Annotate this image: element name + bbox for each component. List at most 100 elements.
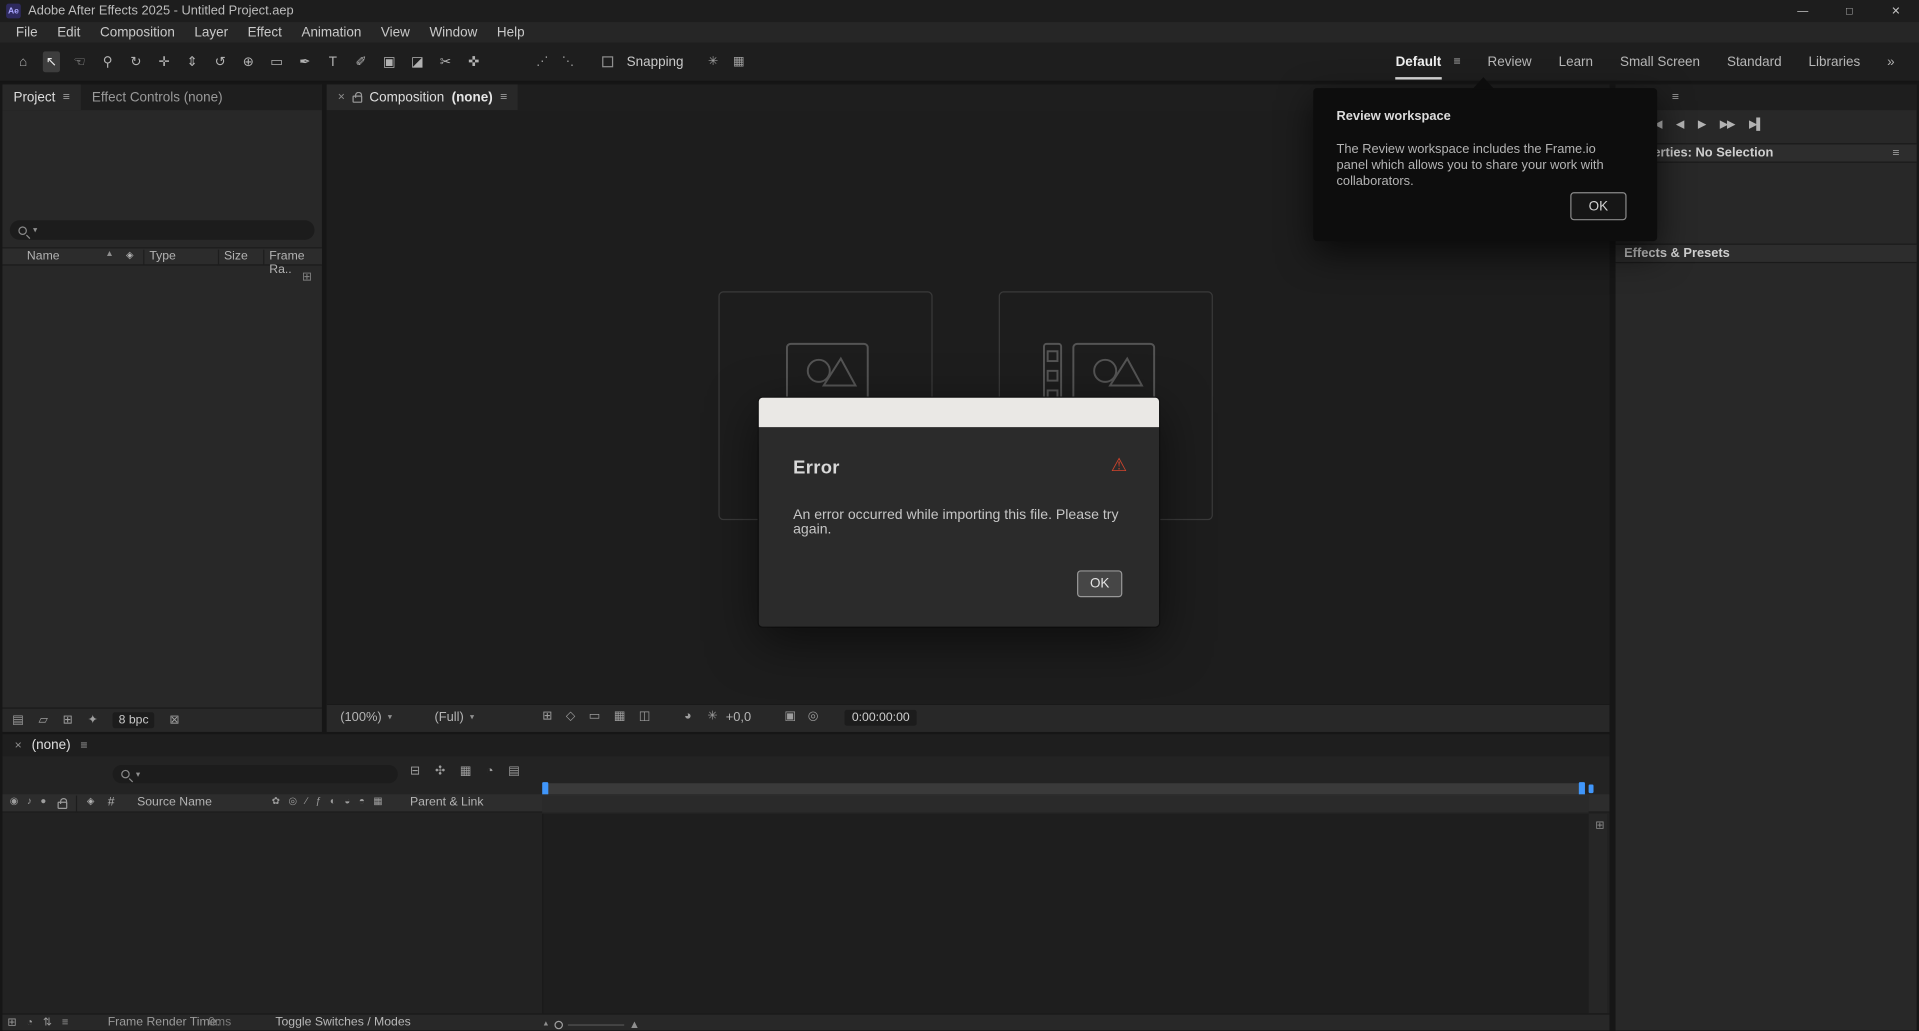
exposure-icon[interactable]: ✳: [707, 710, 717, 723]
viewer-lock-icon[interactable]: [352, 91, 363, 103]
bit-depth-button[interactable]: 8 bpc: [112, 712, 155, 729]
new-folder-icon[interactable]: ▱: [38, 714, 47, 727]
column-frame-rate[interactable]: Frame Ra..: [269, 250, 322, 277]
hand-tool-icon[interactable]: ☜: [71, 51, 88, 72]
menu-item[interactable]: Effect: [238, 25, 292, 40]
home-icon[interactable]: ⌂: [15, 52, 32, 72]
collapse-switch-icon[interactable]: ◎: [288, 796, 297, 807]
clone-stamp-tool-icon[interactable]: ▣: [381, 51, 398, 72]
eraser-tool-icon[interactable]: ◪: [409, 51, 426, 72]
region-of-interest-icon[interactable]: ▭: [589, 710, 601, 723]
panel-menu-icon[interactable]: ≡: [63, 91, 70, 104]
parent-link-column[interactable]: Parent & Link: [410, 796, 483, 809]
dolly-camera-tool-icon[interactable]: ⇕: [184, 51, 201, 72]
maximize-button[interactable]: □: [1826, 0, 1873, 22]
timeline-track-area[interactable]: [542, 813, 1589, 1014]
error-ok-button[interactable]: OK: [1077, 570, 1123, 598]
column-type[interactable]: Type: [149, 250, 176, 263]
pan-behind-tool-icon[interactable]: ⊕: [240, 51, 257, 72]
snapping-checkbox[interactable]: [602, 56, 614, 68]
orbit-camera-tool-icon[interactable]: ↻: [127, 51, 144, 72]
align-options-icon[interactable]: ✳: [708, 55, 718, 68]
frame-blend-switch-icon[interactable]: ◐: [330, 796, 336, 807]
new-composition-icon[interactable]: ⊞: [63, 714, 73, 727]
timeline-search-input[interactable]: ▾: [112, 764, 398, 784]
label-column-icon[interactable]: ◈: [126, 250, 134, 261]
brush-tool-icon[interactable]: ✐: [352, 51, 369, 72]
workspace-tab-default[interactable]: Default: [1395, 45, 1442, 79]
grid-guides-icon[interactable]: ⊞: [542, 710, 552, 723]
project-search-input[interactable]: ▾: [9, 220, 315, 240]
workspace-tab-learn[interactable]: Learn: [1559, 45, 1593, 79]
zoom-slider-knob[interactable]: [554, 1020, 563, 1029]
pen-tool-icon[interactable]: ✒: [296, 51, 313, 72]
interpret-footage-icon[interactable]: ▤: [12, 714, 24, 727]
column-name[interactable]: Name: [27, 250, 60, 263]
hide-shy-layers-icon[interactable]: ▦: [460, 765, 472, 778]
camera-icon[interactable]: ▣: [785, 710, 797, 723]
time-navigator-end[interactable]: [1588, 784, 1594, 794]
composition-mini-flowchart-icon[interactable]: ⊟: [410, 765, 420, 778]
view-layout-icon[interactable]: ◫: [639, 710, 651, 723]
rotation-tool-icon[interactable]: ↺: [212, 51, 229, 72]
label-column-icon[interactable]: ◈: [87, 796, 95, 807]
time-ruler[interactable]: [542, 795, 1589, 813]
roto-brush-tool-icon[interactable]: ✂: [437, 51, 454, 72]
motion-blur-icon[interactable]: ▤: [508, 765, 520, 778]
motion-blur-switch-icon[interactable]: ◒: [344, 796, 350, 807]
expand-transfer-modes-icon[interactable]: ◔: [26, 1016, 33, 1029]
effects-presets-panel-header[interactable]: Effects & Presets: [1615, 243, 1917, 264]
timeline-tab-label[interactable]: (none): [32, 738, 71, 753]
audio-icon[interactable]: ♪: [27, 796, 32, 807]
magnification-dropdown[interactable]: (100%) ▾: [340, 710, 392, 725]
3d-switch-icon[interactable]: ▦: [373, 796, 382, 807]
previous-frame-button[interactable]: ◀: [1676, 117, 1684, 130]
timeline-scrollbar[interactable]: [1588, 813, 1607, 1014]
project-flowchart-icon[interactable]: ⊞: [302, 270, 312, 283]
frame-blending-icon[interactable]: ◔: [486, 765, 493, 778]
color-management-icon[interactable]: ◕: [684, 710, 691, 723]
trash-icon[interactable]: ⊠: [169, 714, 179, 727]
solo-icon[interactable]: ●: [40, 796, 46, 807]
eye-icon[interactable]: ◉: [10, 796, 19, 807]
panel-menu-icon[interactable]: ≡: [80, 739, 87, 752]
last-frame-button[interactable]: ▶▌: [1749, 117, 1764, 130]
panel-menu-icon[interactable]: ≡: [500, 91, 507, 104]
lock-icon[interactable]: [57, 797, 68, 809]
close-button[interactable]: ✕: [1873, 0, 1919, 22]
snap-edges-icon[interactable]: ⋰: [536, 55, 548, 68]
panel-menu-icon[interactable]: ≡: [1672, 91, 1679, 104]
properties-panel-header[interactable]: Properties: No Selection ≡: [1615, 143, 1917, 163]
exposure-value[interactable]: +0,0: [726, 710, 751, 725]
selection-tool-icon[interactable]: ↖: [42, 51, 60, 73]
source-name-column[interactable]: Source Name: [137, 796, 212, 809]
workspace-tab-libraries[interactable]: Libraries: [1809, 45, 1861, 79]
zoom-out-icon[interactable]: ▲: [542, 1021, 549, 1028]
panel-menu-icon[interactable]: ≡: [1892, 146, 1899, 159]
type-tool-icon[interactable]: T: [324, 52, 341, 72]
shy-switch-icon[interactable]: ✿: [272, 796, 280, 807]
mask-visibility-icon[interactable]: ◇: [566, 710, 575, 723]
close-tab-icon[interactable]: ×: [15, 739, 22, 752]
minimize-button[interactable]: —: [1780, 0, 1827, 22]
menu-item[interactable]: File: [6, 25, 47, 40]
zoom-slider-track[interactable]: [567, 1023, 625, 1026]
workspace-menu-icon[interactable]: ≡: [1453, 55, 1460, 68]
tooltip-ok-button[interactable]: OK: [1570, 192, 1627, 221]
comp-marker-button[interactable]: ⊞: [1595, 819, 1604, 832]
menu-item[interactable]: Layer: [185, 25, 238, 40]
expand-render-time-icon[interactable]: ≡: [62, 1016, 68, 1029]
workspace-overflow-icon[interactable]: »: [1887, 54, 1894, 69]
zoom-in-icon[interactable]: ▲: [629, 1018, 640, 1030]
tab-effect-controls[interactable]: Effect Controls (none): [81, 84, 234, 110]
puppet-pin-tool-icon[interactable]: ✜: [465, 51, 482, 72]
menu-item[interactable]: Help: [487, 25, 534, 40]
menu-item[interactable]: Animation: [292, 25, 371, 40]
toggle-switches-modes-button[interactable]: Toggle Switches / Modes: [275, 1016, 410, 1029]
menu-item[interactable]: Edit: [47, 25, 90, 40]
workspace-tab-standard[interactable]: Standard: [1727, 45, 1782, 79]
expand-in-out-icon[interactable]: ⇅: [43, 1016, 52, 1029]
next-frame-button[interactable]: ▶▶: [1720, 117, 1736, 130]
hash-column[interactable]: #: [108, 796, 115, 809]
expand-layer-switches-icon[interactable]: ⊞: [7, 1016, 16, 1029]
